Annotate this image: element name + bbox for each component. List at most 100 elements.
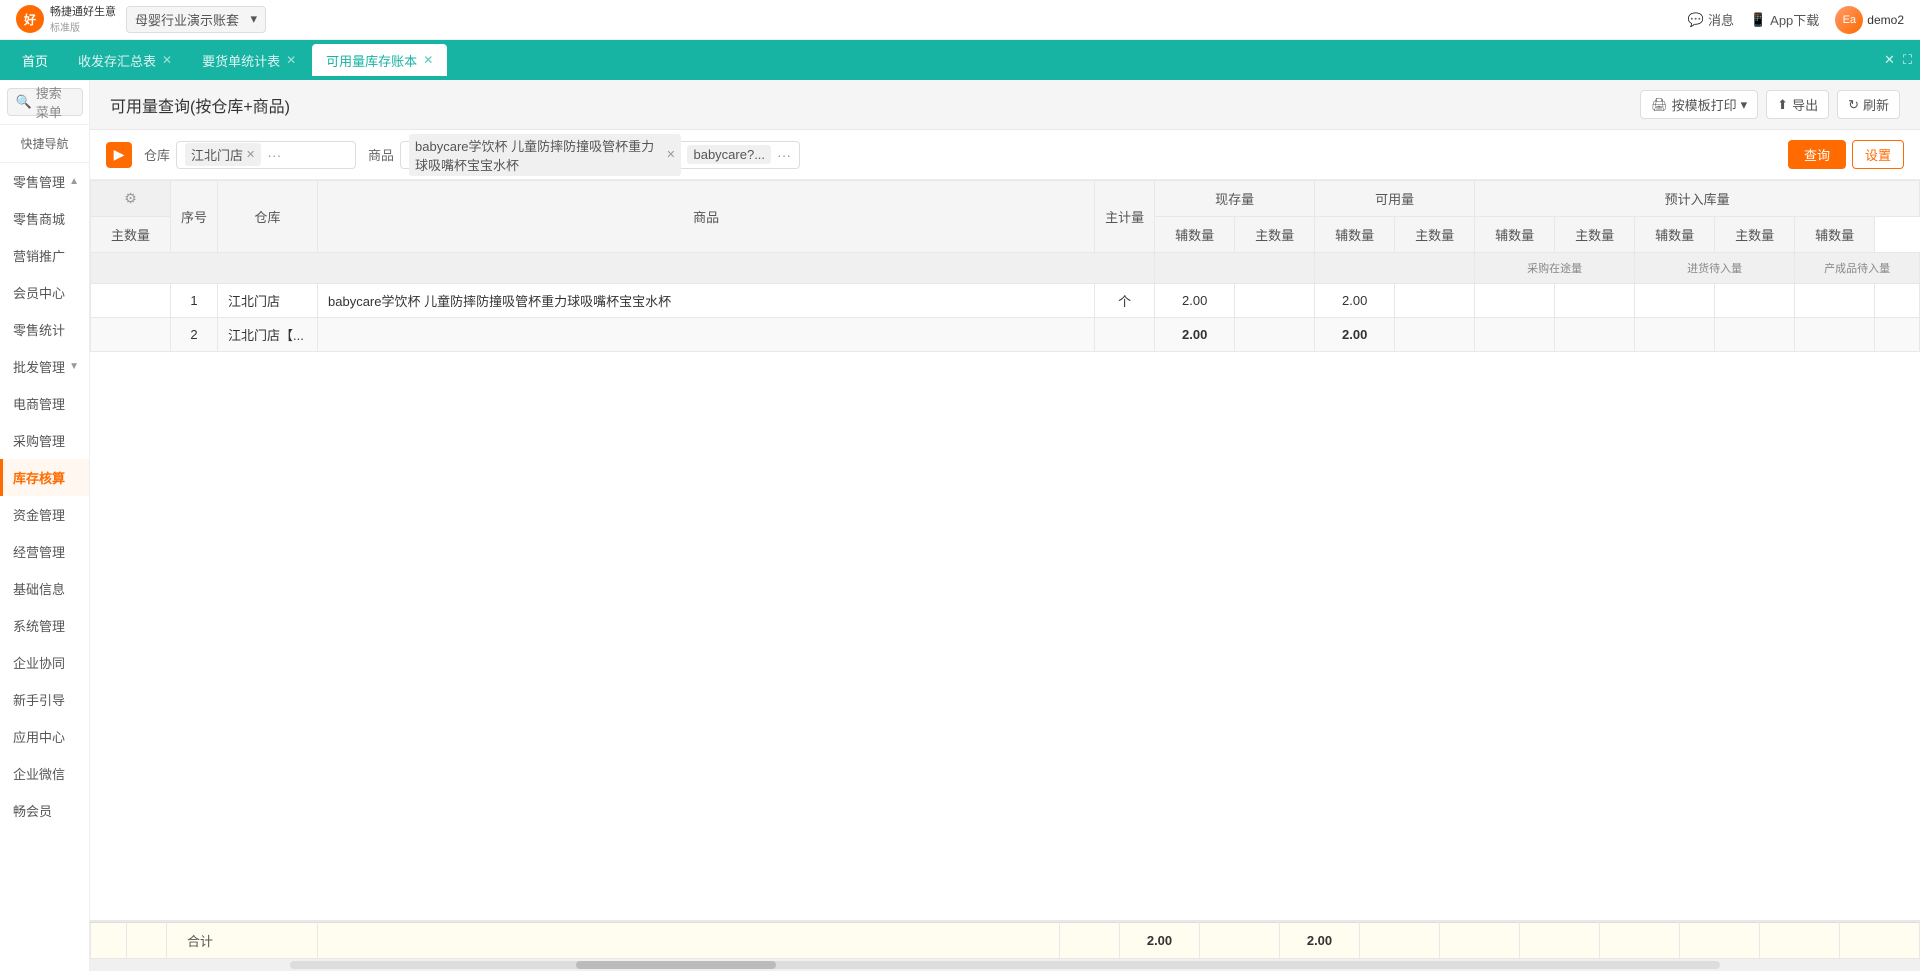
sidebar-item-vip[interactable]: 畅会员 [0,792,89,829]
warehouse-tag: 江北门店 ✕ [185,143,261,166]
row2-settings [91,318,171,352]
user-profile[interactable]: Ea demo2 [1835,6,1904,34]
product-tag-1-text: babycare学饮杯 儿童防摔防撞吸管杯重力球吸嘴杯宝宝水杯 [415,136,663,174]
row2-available-aux [1395,318,1475,352]
sidebar-item-marketing[interactable]: 营销推广 [0,237,89,274]
tab-bar: 首页 收发存汇总表 ✕ 要货单统计表 ✕ 可用量库存账本 ✕ ✕ ⛶ [0,40,1920,80]
tab-requisition[interactable]: 要货单统计表 ✕ [188,44,310,76]
product-filter-input[interactable]: babycare学饮杯 儿童防摔防撞吸管杯重力球吸嘴杯宝宝水杯 ✕ babyca… [400,141,800,169]
quick-nav-button[interactable]: 快捷导航 [0,125,89,163]
print-label: 按模板打印 [1672,95,1737,114]
tab-home[interactable]: 首页 [8,44,62,76]
sidebar-item-retail[interactable]: 零售管理 ▲ [0,163,89,200]
row1-product: babycare学饮杯 儿童防摔防撞吸管杯重力球吸嘴杯宝宝水杯 [318,284,1095,318]
settings-button[interactable]: 设置 [1852,140,1904,169]
product-tag-1-close[interactable]: ✕ [666,148,675,161]
product-ellipsis[interactable]: ··· [777,147,791,163]
product-tag-1: babycare学饮杯 儿童防摔防撞吸管杯重力球吸嘴杯宝宝水杯 ✕ [409,134,681,176]
warehouse-filter-input[interactable]: 江北门店 ✕ ··· [176,141,356,169]
tab-requisition-close[interactable]: ✕ [286,53,296,67]
sidebar-item-retail-mall-label: 零售商城 [13,209,65,228]
tab-available[interactable]: 可用量库存账本 ✕ [312,44,447,76]
tab-available-close[interactable]: ✕ [423,53,433,67]
export-button[interactable]: ⬆ 导出 [1766,90,1829,119]
total-unit-spacer [1060,923,1120,959]
total-production-aux [1840,923,1920,959]
row1-warehouse: 江北门店 [218,284,318,318]
sidebar-item-newbie[interactable]: 新手引导 [0,681,89,718]
refresh-button[interactable]: ↻ 刷新 [1837,90,1900,119]
sidebar-item-ecommerce[interactable]: 电商管理 [0,385,89,422]
sidebar-item-marketing-label: 营销推广 [13,246,65,265]
total-row: 合计 2.00 2.00 [90,920,1920,959]
scroll-thumb[interactable] [576,961,776,969]
sidebar-item-finance[interactable]: 资金管理 [0,496,89,533]
industry-name: 母婴行业演示账套 [135,10,239,29]
tab-receivable[interactable]: 收发存汇总表 ✕ [64,44,186,76]
sidebar-item-wechat[interactable]: 企业微信 [0,755,89,792]
th-current-aux-qty: 辅数量 [1155,217,1235,253]
th-current-main-qty: 主数量 [91,217,171,253]
query-button[interactable]: 查询 [1788,140,1846,169]
print-button[interactable]: 🖨 按模板打印 ▾ [1640,90,1758,119]
sidebar-item-retail-stats-label: 零售统计 [13,320,65,339]
message-button[interactable]: 💬 消息 [1688,10,1734,29]
th-product: 商品 [318,181,1095,253]
print-icon: 🖨 [1651,97,1668,113]
avatar: Ea [1835,6,1863,34]
th-incoming-aux: 辅数量 [1635,217,1715,253]
total-table-row: 合计 2.00 2.00 [91,923,1920,959]
maximize-icon[interactable]: ⛶ [1903,52,1912,68]
horizontal-scrollbar[interactable] [90,959,1920,971]
th-row-num: 序号 [171,181,218,253]
sidebar-item-retail-stats[interactable]: 零售统计 [0,311,89,348]
total-current-main: 2.00 [1120,923,1200,959]
sidebar-item-member[interactable]: 会员中心 [0,274,89,311]
sidebar-item-vip-label: 畅会员 [13,801,52,820]
subheader-current [1155,253,1315,284]
table-container: ⚙ 序号 仓库 商品 主计量 现存量 可用量 预计入库量 主数量 辅数量 [90,180,1920,920]
sidebar-item-operations[interactable]: 经营管理 [0,533,89,570]
print-arrow-icon: ▾ [1741,97,1748,113]
total-incoming-aux [1680,923,1760,959]
sidebar-item-retail-mall[interactable]: 零售商城 [0,200,89,237]
warehouse-tag-close[interactable]: ✕ [246,148,255,161]
app-download-button[interactable]: 📱 App下载 [1750,10,1819,29]
content-area: 可用量查询(按仓库+商品) 🖨 按模板打印 ▾ ⬆ 导出 ↻ 刷新 ▶ [90,80,1920,971]
th-settings: ⚙ [91,181,171,217]
row1-available-main: 2.00 [1315,284,1395,318]
row1-purchase-transit-main [1475,284,1555,318]
total-table: 合计 2.00 2.00 [90,922,1920,959]
app-download-label: App下载 [1770,10,1819,29]
sidebar-item-retail-label: 零售管理 [13,172,65,191]
row1-current-main: 2.00 [1155,284,1235,318]
tab-receivable-close[interactable]: ✕ [162,53,172,67]
search-placeholder: 搜索菜单 [36,83,74,121]
warehouse-ellipsis[interactable]: ··· [267,147,281,163]
sidebar-item-wholesale[interactable]: 批发管理 ▼ [0,348,89,385]
phone-icon: 📱 [1750,12,1766,28]
row1-unit: 个 [1095,284,1155,318]
sidebar-item-enterprise[interactable]: 企业协同 [0,644,89,681]
industry-selector[interactable]: 母婴行业演示账套 ▾ [126,6,266,33]
logo-text: 畅捷通好生意 [50,5,116,19]
row2-current-main: 2.00 [1155,318,1235,352]
sidebar-item-apps[interactable]: 应用中心 [0,718,89,755]
sidebar-item-purchase[interactable]: 采购管理 [0,422,89,459]
filter-expand-button[interactable]: ▶ [106,142,132,168]
row1-production-aux [1875,284,1920,318]
close-window-icon[interactable]: ✕ [1884,52,1895,68]
row2-available-main: 2.00 [1315,318,1395,352]
sidebar-item-basic[interactable]: 基础信息 [0,570,89,607]
product-filter-label: 商品 [368,145,394,164]
sidebar-item-inventory[interactable]: 库存核算 [0,459,89,496]
th-current-stock: 现存量 [1155,181,1315,217]
column-settings-icon[interactable]: ⚙ [124,190,137,206]
sidebar-item-system[interactable]: 系统管理 [0,607,89,644]
sidebar-item-operations-label: 经营管理 [13,542,65,561]
refresh-label: 刷新 [1863,95,1889,114]
product-filter-group: 商品 babycare学饮杯 儿童防摔防撞吸管杯重力球吸嘴杯宝宝水杯 ✕ bab… [368,141,800,169]
search-input[interactable]: 🔍 搜索菜单 [7,88,83,116]
quick-nav-label: 快捷导航 [14,131,74,156]
total-available-aux [1360,923,1440,959]
